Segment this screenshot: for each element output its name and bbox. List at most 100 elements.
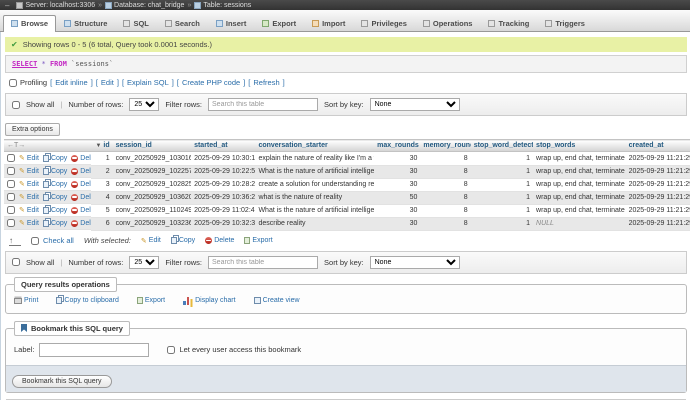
export-link[interactable]: Export [136,297,165,304]
tab-browse[interactable]: Browse [3,15,57,32]
delete-row-link[interactable]: Delete [71,206,91,214]
delete-row-link[interactable]: Delete [71,167,91,175]
tab-operations[interactable]: Operations [415,15,481,32]
bookmark-label: Label: [14,345,35,354]
delete-icon [71,180,79,188]
check-all-checkbox[interactable] [31,236,39,245]
tab-triggers[interactable]: Triggers [537,15,593,32]
cell-id: 2 [90,165,113,179]
copy-to-clipboard-link[interactable]: Copy to clipboard [56,297,119,304]
tab-structure[interactable]: Structure [56,15,115,32]
edit-row-link[interactable]: ✎ Edit [19,154,39,163]
row-checkbox[interactable] [7,193,15,201]
copy-row-link[interactable]: Copy [42,154,67,162]
cell-conversation-starter: describe reality [255,217,375,231]
copy-row-link[interactable]: Copy [42,219,67,227]
bookmark-access-checkbox[interactable] [167,345,176,354]
filter-rows-input[interactable] [208,255,319,269]
extra-options-button[interactable]: Extra options [5,123,60,136]
edit-icon: ✎ [19,181,25,188]
menu-collapse-icon[interactable]: – [5,1,9,10]
column-header-session-id[interactable]: session_id [112,139,192,152]
table-row: ✎Edit Copy Delete 5 conv_20250929_110249… [4,204,690,218]
delete-row-link[interactable]: Delete [71,154,91,162]
explain-sql-link[interactable]: Explain SQL [127,78,169,87]
create-view-link[interactable]: Create view [253,297,300,304]
sort-by-key-select[interactable]: None [369,98,460,111]
sort-by-key-select[interactable]: None [369,255,460,269]
cell-stop-words: NULL [533,217,626,231]
row-checkbox[interactable] [7,167,15,175]
check-all-link[interactable]: Check all [43,236,74,245]
display-chart-link[interactable]: Display chart [183,296,236,305]
column-header-max-rounds[interactable]: max_rounds [374,139,421,152]
create-php-code-link[interactable]: Create PHP code [182,78,240,87]
insert-icon [215,20,223,27]
copy-row-link[interactable]: Copy [42,193,67,201]
with-selected-edit[interactable]: ✎ Edit [141,237,161,245]
number-of-rows-select[interactable]: 25 [129,98,160,111]
column-header-conversation-starter[interactable]: conversation_starter [255,139,375,152]
row-checkbox[interactable] [7,154,15,162]
breadcrumb-table[interactable]: Table: sessions [194,1,251,9]
sql-query-box: SELECT * FROM `sessions` [5,55,687,73]
copy-row-link[interactable]: Copy [42,206,67,214]
sql-select-keyword[interactable]: SELECT [12,60,37,68]
show-all-checkbox[interactable] [12,100,20,109]
row-checkbox[interactable] [7,180,15,188]
number-of-rows-select[interactable]: 25 [129,255,160,269]
edit-row-link[interactable]: ✎ Edit [19,206,39,215]
tab-sql[interactable]: SQL [115,15,156,32]
print-link[interactable]: Print [14,297,38,304]
with-selected-export[interactable]: Export [244,237,273,244]
bookmark-label-input[interactable] [39,342,150,357]
row-checkbox[interactable] [7,219,15,227]
delete-icon [71,154,79,162]
delete-row-link[interactable]: Delete [71,219,91,227]
edit-row-link[interactable]: ✎ Edit [19,219,39,228]
edit-row-link[interactable]: ✎ Edit [19,180,39,189]
filter-rows-input[interactable] [208,98,319,111]
edit-inline-link[interactable]: Edit inline [55,78,88,87]
delete-row-link[interactable]: Delete [71,193,91,201]
row-checkbox[interactable] [7,206,15,214]
cell-memory-rounds: 8 [420,204,471,218]
refresh-link[interactable]: Refresh [253,78,279,87]
with-selected-copy[interactable]: Copy [170,237,195,244]
show-all-checkbox[interactable] [12,258,20,266]
breadcrumb-database[interactable]: Database: chat_bridge [105,1,184,9]
edit-icon: ✎ [19,168,25,175]
edit-link[interactable]: Edit [101,78,114,87]
tab-privileges[interactable]: Privileges [353,15,414,32]
column-header-memory-rounds[interactable]: memory_rounds [420,139,471,152]
column-header-id[interactable]: ▼ id [90,139,113,152]
bookmark-submit-button[interactable]: Bookmark this SQL query [12,374,112,388]
copy-row-link[interactable]: Copy [42,167,67,175]
with-selected-delete[interactable]: Delete [205,237,234,244]
column-options-header[interactable]: ←T→ [4,139,91,152]
breadcrumb-server[interactable]: Server: localhost:3306 [16,1,95,9]
column-header-started-at[interactable]: started_at [191,139,256,152]
column-header-stop-word-detection[interactable]: stop_word_detection [470,139,534,152]
column-header-stop-words[interactable]: stop_words [533,139,626,152]
copy-icon [56,297,63,304]
edit-row-link[interactable]: ✎ Edit [19,193,39,202]
profiling-checkbox[interactable] [9,78,17,87]
tab-import[interactable]: Import [304,15,353,32]
triggers-icon [545,20,553,27]
tab-export[interactable]: Export [254,15,304,32]
breadcrumb: – Server: localhost:3306 » Database: cha… [0,0,690,10]
tab-search[interactable]: Search [157,15,208,32]
delete-icon [205,237,213,244]
tab-insert[interactable]: Insert [208,15,254,32]
column-header-created-at[interactable]: created_at [625,139,690,152]
cell-memory-rounds: 8 [420,178,471,192]
show-all-label: Show all [26,257,55,267]
delete-row-link[interactable]: Delete [71,180,91,188]
edit-row-link[interactable]: ✎ Edit [19,167,39,176]
copy-row-link[interactable]: Copy [42,180,67,188]
delete-icon [71,206,79,214]
number-of-rows-label: Number of rows: [68,100,124,109]
tab-tracking[interactable]: Tracking [480,15,537,32]
delete-icon [71,167,79,175]
